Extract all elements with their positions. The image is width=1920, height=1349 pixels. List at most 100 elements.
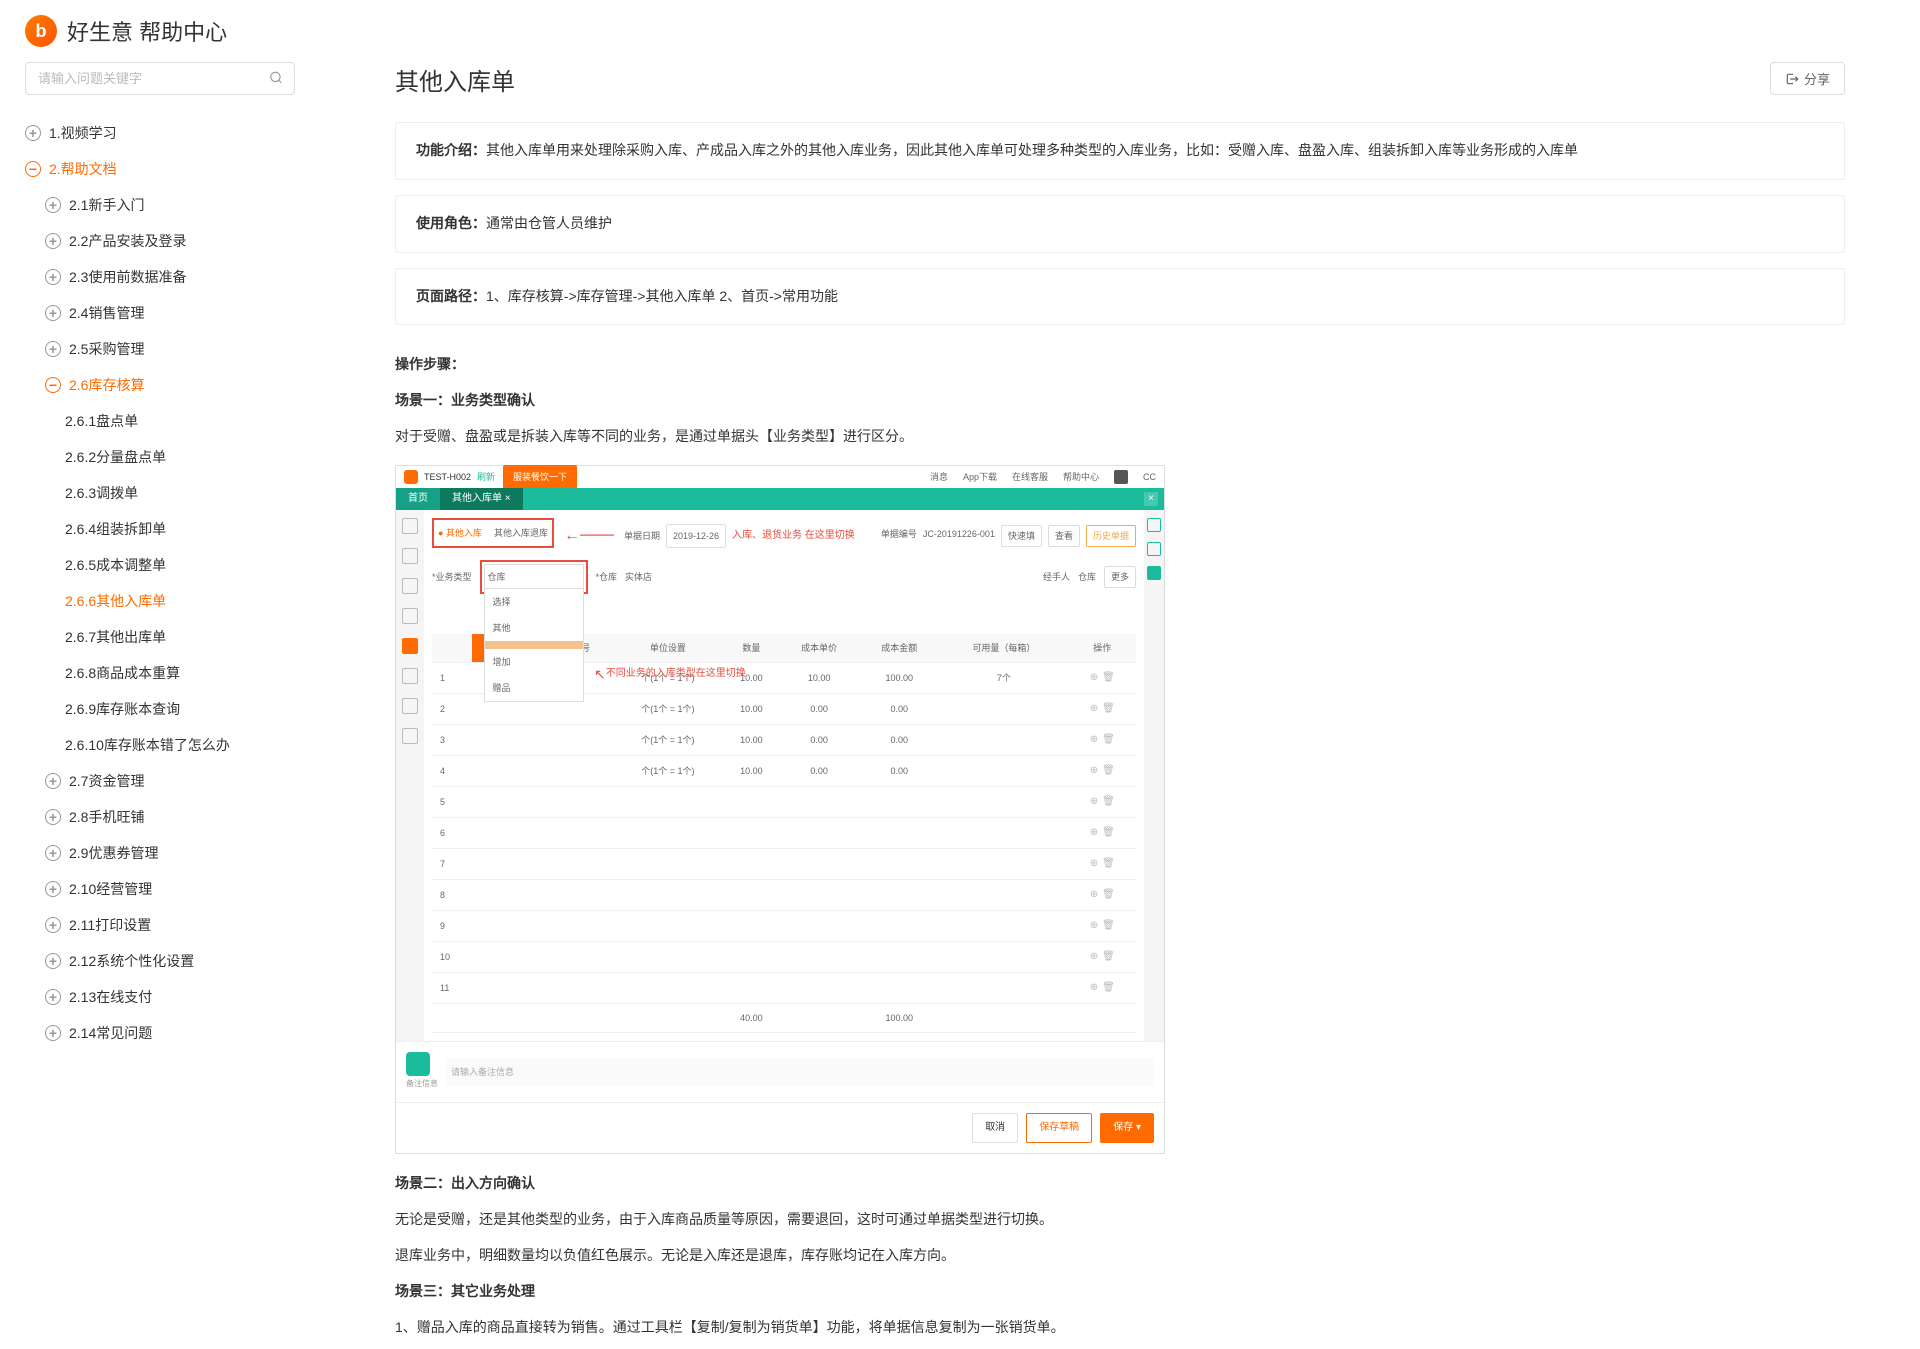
search-input[interactable] [25, 62, 295, 95]
nav-2-5[interactable]: 2.5采购管理 [25, 331, 295, 367]
nav-2-4[interactable]: 2.4销售管理 [25, 295, 295, 331]
embedded-screenshot: TEST-H002 刷新 服装餐饮一下 ? 消息 App下载 在线客服 帮助中心… [395, 465, 1165, 1154]
nav-2-6-1[interactable]: 2.6.1盘点单 [25, 403, 295, 439]
nav-2-2[interactable]: 2.2产品安装及登录 [25, 223, 295, 259]
ss-dd-item: 增加 [485, 649, 583, 675]
table-row: 4个(1个 = 1个)10.000.000.00⊕🗑 [432, 756, 1136, 787]
nav-2-6-8[interactable]: 2.6.8商品成本重算 [25, 655, 295, 691]
ss-rb-icon [1147, 518, 1161, 532]
ss-dd-item [485, 641, 583, 649]
nav-2-6-4[interactable]: 2.6.4组装拆卸单 [25, 511, 295, 547]
nav-2-9[interactable]: 2.9优惠券管理 [25, 835, 295, 871]
nav-2-12[interactable]: 2.12系统个性化设置 [25, 943, 295, 979]
ss-type-selector: ● 其他入库 其他入库退库 [432, 518, 554, 548]
th-amount: 成本金额 [859, 634, 939, 663]
nav-2-13[interactable]: 2.13在线支付 [25, 979, 295, 1015]
nav-2-8[interactable]: 2.8手机旺铺 [25, 799, 295, 835]
table-row: 9⊕🗑 [432, 911, 1136, 942]
share-label: 分享 [1804, 69, 1830, 88]
ss-top-user: CC [1143, 468, 1156, 486]
ss-btn-draft: 保存草稿 [1026, 1113, 1092, 1143]
plus-icon [45, 269, 61, 285]
table-row: 5⊕🗑 [432, 787, 1136, 818]
ss-side-icon [402, 668, 418, 684]
scene2-text1: 无论是受赠，还是其他类型的业务，由于入库商品质量等原因，需要退回，这时可通过单据… [395, 1205, 1845, 1233]
plus-icon [45, 1025, 61, 1041]
intro-text: 其他入库单用来处理除采购入库、产成品入库之外的其他入库业务，因此其他入库单可处理… [486, 142, 1578, 158]
plus-icon [45, 989, 61, 1005]
nav-video-learning[interactable]: 1.视频学习 [25, 115, 295, 151]
th-num [432, 634, 472, 663]
ss-biz-value: 实体店 [625, 568, 652, 586]
nav-2-6[interactable]: 2.6库存核算 [25, 367, 295, 403]
ss-btn-quick: 快速填 [1001, 525, 1042, 547]
table-row: 11⊕🗑 [432, 973, 1136, 1004]
header-title: 好生意 帮助中心 [67, 15, 227, 47]
search-box [25, 62, 295, 95]
plus-icon [45, 881, 61, 897]
ss-top-cs: 在线客服 [1012, 468, 1048, 486]
ss-header-row: ● 其他入库 其他入库退库 ←─── 单据日期 2019-12-26 入库、退货… [432, 518, 1136, 554]
ss-date-label: 单据日期 [624, 527, 660, 545]
main-container: 1.视频学习 2.帮助文档 2.1新手入门 2.2产品安装及登录 2.3使用前数… [0, 62, 1920, 1349]
ss-body: ● 其他入库 其他入库退库 ←─── 单据日期 2019-12-26 入库、退货… [396, 510, 1164, 1041]
nav-2-3[interactable]: 2.3使用前数据准备 [25, 259, 295, 295]
ss-tab-active: 其他入库单 × [440, 488, 523, 510]
plus-icon [45, 845, 61, 861]
ss-order-label: 单据编号 [881, 525, 917, 547]
nav-2-11[interactable]: 2.11打印设置 [25, 907, 295, 943]
plus-icon [45, 341, 61, 357]
steps-label: 操作步骤： [395, 350, 1845, 378]
ss-side-icon [402, 698, 418, 714]
ss-logo-icon [404, 470, 418, 484]
nav-2-6-9[interactable]: 2.6.9库存账本查询 [25, 691, 295, 727]
avatar-icon [1114, 470, 1128, 484]
nav-2-6-7[interactable]: 2.6.7其他出库单 [25, 619, 295, 655]
plus-icon [45, 233, 61, 249]
nav-help-docs[interactable]: 2.帮助文档 [25, 151, 295, 187]
share-icon [1785, 72, 1799, 86]
nav-2-6-6[interactable]: 2.6.6其他入库单 [25, 583, 295, 619]
ss-wh-label: *业务类型 [432, 568, 472, 586]
table-row: 10⊕🗑 [432, 942, 1136, 973]
ss-dropdown-redbox: 仓库 选择 其他 增加 赠品 [480, 560, 588, 594]
search-icon[interactable] [269, 70, 283, 87]
ss-note-label: 备注信息 [406, 1076, 438, 1092]
ss-note-input: 请输入备注信息 [446, 1058, 1154, 1086]
close-icon: × [1144, 492, 1158, 506]
ss-side-icon [402, 578, 418, 594]
ss-date-value: 2019-12-26 [666, 524, 726, 548]
minus-icon [45, 377, 61, 393]
note-icon [406, 1052, 430, 1076]
nav-2-10[interactable]: 2.10经营管理 [25, 871, 295, 907]
ss-opt-return: 其他入库退库 [494, 524, 548, 542]
ss-top-app: App下载 [963, 468, 997, 486]
ss-top-help: 帮助中心 [1063, 468, 1099, 486]
ss-dd-item: 赠品 [485, 675, 583, 701]
table-row: 3个(1个 = 1个)10.000.000.00⊕🗑 [432, 725, 1136, 756]
ss-handler-label: 经手人 [1043, 568, 1070, 586]
ss-handler-value: 仓库 [1078, 568, 1096, 586]
scene3-text: 1、赠品入库的商品直接转为销售。通过工具栏【复制/复制为销货单】功能，将单据信息… [395, 1313, 1845, 1341]
ss-right-bar [1144, 510, 1164, 1041]
table-row: 7⊕🗑 [432, 849, 1136, 880]
th-avail: 可用量（每箱） [939, 634, 1068, 663]
ss-side-icon [402, 548, 418, 564]
nav-2-6-3[interactable]: 2.6.3调拨单 [25, 475, 295, 511]
nav-2-14[interactable]: 2.14常见问题 [25, 1015, 295, 1051]
sidebar: 1.视频学习 2.帮助文档 2.1新手入门 2.2产品安装及登录 2.3使用前数… [25, 62, 295, 1349]
nav-2-6-2[interactable]: 2.6.2分量盘点单 [25, 439, 295, 475]
nav-2-7[interactable]: 2.7资金管理 [25, 763, 295, 799]
ss-annotation-1: 入库、退货业务 在这里切换 [732, 526, 855, 546]
ss-top-right: 消息 App下载 在线客服 帮助中心 CC [930, 468, 1156, 486]
ss-tab-home: 首页 [396, 488, 440, 510]
ss-side-icon [402, 518, 418, 534]
plus-icon [45, 917, 61, 933]
nav-2-6-10[interactable]: 2.6.10库存账本错了怎么办 [25, 727, 295, 763]
ss-rb-icon [1147, 566, 1161, 580]
nav-2-6-5[interactable]: 2.6.5成本调整单 [25, 547, 295, 583]
nav-2-1[interactable]: 2.1新手入门 [25, 187, 295, 223]
share-button[interactable]: 分享 [1770, 62, 1845, 95]
ss-left-sidebar [396, 510, 424, 1041]
path-text: 1、库存核算->库存管理->其他入库单 2、首页->常用功能 [486, 288, 838, 304]
